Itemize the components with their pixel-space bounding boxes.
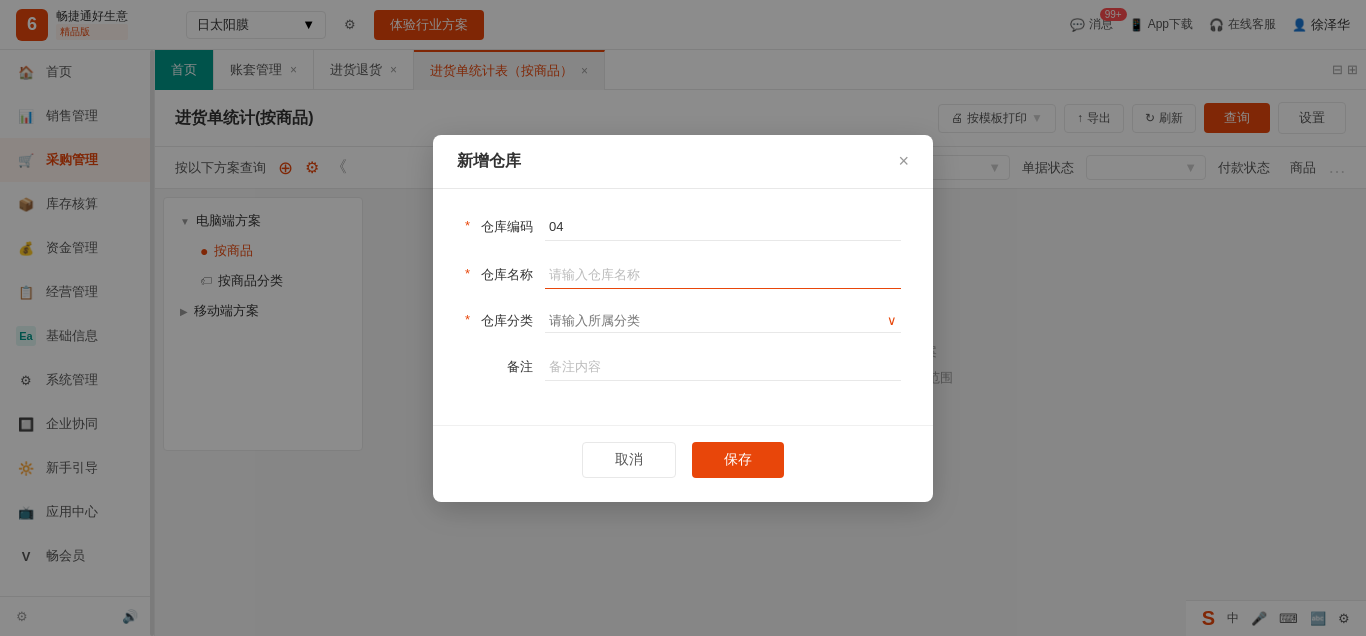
remark-label: 备注 (465, 358, 545, 376)
cancel-button[interactable]: 取消 (582, 442, 676, 478)
code-input[interactable] (545, 213, 901, 241)
category-label: 仓库分类 (465, 312, 545, 330)
remark-input[interactable] (545, 353, 901, 381)
name-input[interactable] (545, 261, 901, 289)
category-input[interactable] (549, 313, 887, 328)
category-select[interactable]: ∨ (545, 309, 901, 333)
form-row-code: 仓库编码 (465, 213, 901, 241)
code-label: 仓库编码 (465, 218, 545, 236)
save-button[interactable]: 保存 (692, 442, 784, 478)
modal-footer: 取消 保存 (433, 425, 933, 502)
modal-title: 新增仓库 (457, 151, 898, 172)
form-row-remark: 备注 (465, 353, 901, 381)
modal-add-warehouse: 新增仓库 × 仓库编码 仓库名称 仓库分类 ∨ (433, 135, 933, 502)
name-label: 仓库名称 (465, 266, 545, 284)
category-dropdown-icon: ∨ (887, 313, 897, 328)
form-row-category: 仓库分类 ∨ (465, 309, 901, 333)
modal-body: 仓库编码 仓库名称 仓库分类 ∨ 备注 (433, 189, 933, 425)
modal-close-button[interactable]: × (898, 151, 909, 172)
modal-header: 新增仓库 × (433, 135, 933, 189)
form-row-name: 仓库名称 (465, 261, 901, 289)
modal-overlay: 新增仓库 × 仓库编码 仓库名称 仓库分类 ∨ (0, 0, 1366, 636)
